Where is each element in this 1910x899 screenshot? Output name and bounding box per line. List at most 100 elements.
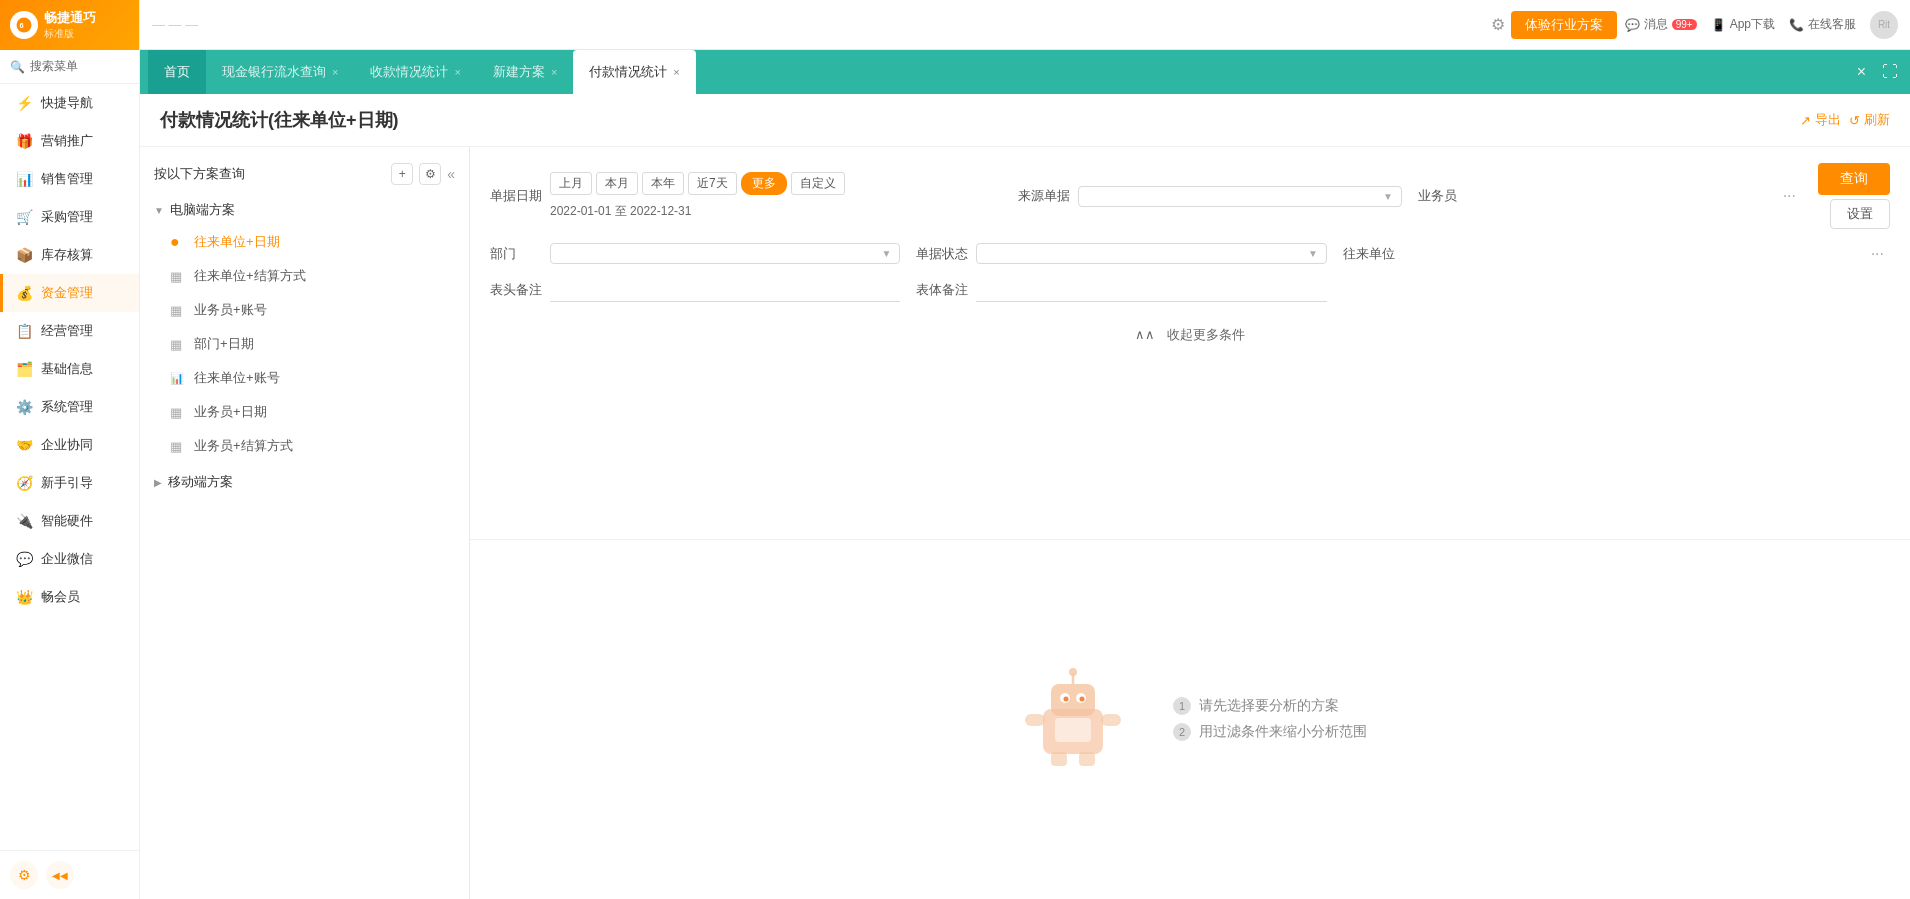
- tab-receivable-stat[interactable]: 收款情况统计 ×: [354, 50, 476, 94]
- tab-payment-stat[interactable]: 付款情况统计 ×: [573, 50, 695, 94]
- tabbar-fullscreen-btn[interactable]: ⛶: [1878, 59, 1902, 85]
- collapse-more-btn[interactable]: ∧∧ 收起更多条件: [490, 316, 1890, 354]
- capital-label: 资金管理: [41, 284, 93, 302]
- scheme-item-salesperson-date[interactable]: ▦ 业务员+日期: [140, 395, 469, 429]
- panel-and-filter: 按以下方案查询 + ⚙ « ▼ 电脑端方案 ●: [140, 147, 1910, 899]
- sidebar-item-wechat[interactable]: 💬 企业微信: [0, 540, 139, 578]
- scheme-group-mobile-header[interactable]: ▶ 移动端方案: [140, 467, 469, 497]
- doc-status-field: 单据状态 ▼: [916, 243, 1326, 264]
- messages-item[interactable]: 💬 消息 99+: [1625, 16, 1697, 33]
- doc-status-label: 单据状态: [916, 245, 968, 263]
- scheme-item-counterpart-account[interactable]: 📊 往来单位+账号: [140, 361, 469, 395]
- search-menu[interactable]: 🔍 搜索菜单: [0, 50, 139, 84]
- collapse-sidebar-btn[interactable]: ◀◀: [46, 861, 74, 889]
- scheme-item-salesperson-account[interactable]: ▦ 业务员+账号: [140, 293, 469, 327]
- date-btn-custom[interactable]: 自定义: [791, 172, 845, 195]
- action-btns: 查询 设置: [1818, 163, 1890, 229]
- export-btn[interactable]: ↗ 导出: [1800, 111, 1841, 129]
- scheme-settings-btn[interactable]: ⚙: [419, 163, 441, 185]
- settings-bottom-btn[interactable]: ⚙: [10, 861, 38, 889]
- search-icon: 🔍: [10, 60, 25, 74]
- inventory-label: 库存核算: [41, 246, 93, 264]
- sidebar-item-inventory[interactable]: 📦 库存核算: [0, 236, 139, 274]
- scheme-item-dept-date[interactable]: ▦ 部门+日期: [140, 327, 469, 361]
- tab-new-scheme-close[interactable]: ×: [551, 66, 557, 78]
- sidebar-item-enterprise[interactable]: 🤝 企业协同: [0, 426, 139, 464]
- member-icon: 👑: [15, 588, 33, 606]
- tip-1-text: 请先选择要分析的方案: [1199, 697, 1339, 715]
- doc-status-select[interactable]: ▼: [976, 243, 1326, 264]
- scheme-group-pc-header[interactable]: ▼ 电脑端方案: [140, 195, 469, 225]
- trial-btn[interactable]: 体验行业方案: [1511, 11, 1617, 39]
- tab-home[interactable]: 首页: [148, 50, 206, 94]
- messages-label: 消息: [1644, 16, 1668, 33]
- app-download-item[interactable]: 📱 App下载: [1711, 16, 1775, 33]
- counterpart-dots[interactable]: ···: [1865, 245, 1890, 263]
- add-scheme-btn[interactable]: +: [391, 163, 413, 185]
- empty-tip-2: 2 用过滤条件来缩小分析范围: [1173, 723, 1367, 741]
- sidebar-item-sales[interactable]: 📊 销售管理: [0, 160, 139, 198]
- source-select[interactable]: ▼: [1078, 186, 1402, 207]
- topbar-settings-icon[interactable]: ⚙: [1491, 15, 1505, 34]
- online-support-item[interactable]: 📞 在线客服: [1789, 16, 1856, 33]
- date-controls: 上月 本月 本年 近7天 更多 自定义 2022-01-01 至 2022-12…: [550, 172, 845, 220]
- scheme-icon-3: ▦: [170, 337, 186, 352]
- body-note-input[interactable]: [976, 278, 1326, 302]
- tabbar-close-all-btn[interactable]: ×: [1853, 59, 1870, 85]
- tab-receivable-stat-close[interactable]: ×: [454, 66, 460, 78]
- scheme-icon-4: 📊: [170, 372, 186, 385]
- date-btn-more[interactable]: 更多: [741, 172, 787, 195]
- tab-receivable-stat-label: 收款情况统计: [370, 63, 448, 81]
- tab-payment-stat-label: 付款情况统计: [589, 63, 667, 81]
- sidebar-edition: 标准版: [44, 27, 96, 41]
- tab-new-scheme[interactable]: 新建方案 ×: [477, 50, 573, 94]
- guide-icon: 🧭: [15, 474, 33, 492]
- sidebar-item-guide[interactable]: 🧭 新手引导: [0, 464, 139, 502]
- sidebar-item-system[interactable]: ⚙️ 系统管理: [0, 388, 139, 426]
- filter-row-1: 单据日期 上月 本月 本年 近7天 更多 自定义 20: [490, 163, 1890, 229]
- export-icon: ↗: [1800, 113, 1811, 128]
- salesperson-dots[interactable]: ···: [1777, 187, 1802, 205]
- left-panel-header: 按以下方案查询 + ⚙ «: [140, 157, 469, 195]
- sidebar-item-basic[interactable]: 🗂️ 基础信息: [0, 350, 139, 388]
- date-btn-this-year[interactable]: 本年: [642, 172, 684, 195]
- dept-select[interactable]: ▼: [550, 243, 900, 264]
- pc-group-arrow: ▼: [154, 205, 164, 216]
- sidebar-item-purchase[interactable]: 🛒 采购管理: [0, 198, 139, 236]
- sidebar-item-quick-nav[interactable]: ⚡ 快捷导航: [0, 84, 139, 122]
- sidebar-item-member[interactable]: 👑 畅会员: [0, 578, 139, 616]
- query-btn[interactable]: 查询: [1818, 163, 1890, 195]
- svg-point-7: [1080, 697, 1085, 702]
- tab-new-scheme-label: 新建方案: [493, 63, 545, 81]
- date-btn-this-month[interactable]: 本月: [596, 172, 638, 195]
- counterpart-field: 往来单位 ···: [1343, 245, 1890, 263]
- sidebar-item-operations[interactable]: 📋 经营管理: [0, 312, 139, 350]
- header-note-input[interactable]: [550, 278, 900, 302]
- tab-payment-stat-close[interactable]: ×: [673, 66, 679, 78]
- collapse-panel-btn[interactable]: «: [447, 166, 455, 182]
- member-label: 畅会员: [41, 588, 80, 606]
- tab-bank-flow[interactable]: 现金银行流水查询 ×: [206, 50, 354, 94]
- active-scheme-icon: ●: [170, 233, 186, 251]
- scheme-item-salesperson-settlement[interactable]: ▦ 业务员+结算方式: [140, 429, 469, 463]
- date-btn-7days[interactable]: 近7天: [688, 172, 737, 195]
- svg-point-0: [17, 18, 32, 33]
- date-btn-last-month[interactable]: 上月: [550, 172, 592, 195]
- empty-illustration: [1013, 669, 1133, 769]
- scheme-item-counterpart-date[interactable]: ● 往来单位+日期: [140, 225, 469, 259]
- refresh-btn[interactable]: ↺ 刷新: [1849, 111, 1890, 129]
- scheme-item-counterpart-settlement[interactable]: ▦ 往来单位+结算方式: [140, 259, 469, 293]
- svg-point-9: [1069, 668, 1077, 676]
- sidebar-nav: ⚡ 快捷导航 🎁 营销推广 📊 销售管理 🛒 采购管理 📦 库存核算 💰 资金管…: [0, 84, 139, 850]
- sidebar-item-marketing[interactable]: 🎁 营销推广: [0, 122, 139, 160]
- message-icon: 💬: [1625, 18, 1640, 32]
- topbar-controls: ⚙ 体验行业方案: [1491, 11, 1617, 39]
- tabbar-actions: × ⛶: [1853, 59, 1902, 85]
- setting-btn[interactable]: 设置: [1830, 199, 1890, 229]
- header-note-field: 表头备注: [490, 278, 900, 302]
- sidebar-item-hardware[interactable]: 🔌 智能硬件: [0, 502, 139, 540]
- sidebar-item-capital[interactable]: 💰 资金管理: [0, 274, 139, 312]
- avatar[interactable]: Rit: [1870, 11, 1898, 39]
- tab-bank-flow-close[interactable]: ×: [332, 66, 338, 78]
- app-download-label: App下载: [1730, 16, 1775, 33]
